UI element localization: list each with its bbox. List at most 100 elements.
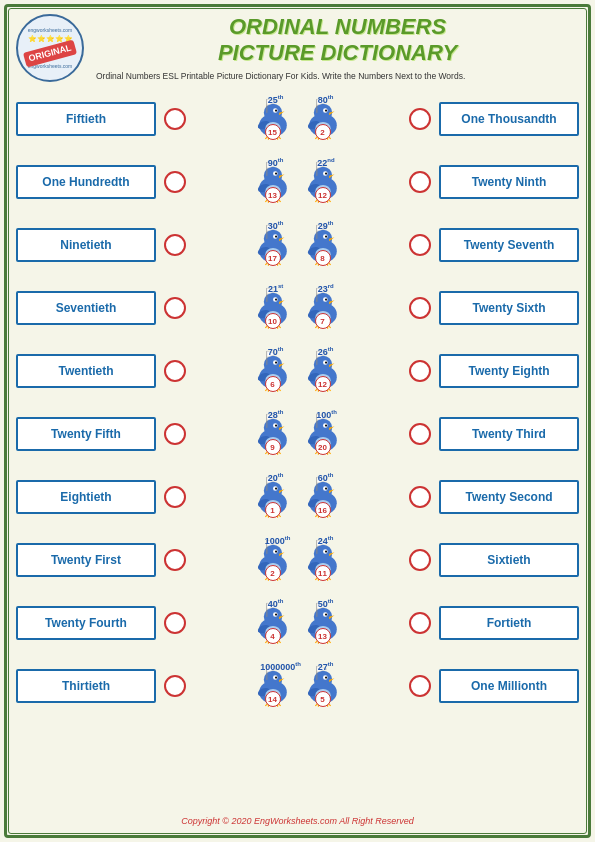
seq-left-7: 2 [265, 565, 281, 581]
left-circle-1[interactable] [164, 171, 186, 193]
right-section-8: Fortieth [394, 606, 579, 640]
right-section-9: One Millionth [394, 669, 579, 703]
right-circle-4[interactable] [409, 360, 431, 382]
page: engworksheets.com ⭐⭐⭐⭐⭐ ORIGINAL engwork… [0, 0, 595, 842]
row-4: Twentieth 70th [16, 340, 579, 402]
bird-right-3: 23rd 7 [300, 285, 346, 331]
row-7: Twenty First 1000th [16, 529, 579, 591]
main-title-line2: PICTURE DICTIONARY [96, 40, 579, 66]
right-word-box-0: One Thousandth [439, 102, 579, 136]
flag-text-right-6: 60th [318, 472, 334, 483]
flag-text-left-7: 1000th [265, 535, 291, 546]
left-circle-9[interactable] [164, 675, 186, 697]
bird-pair-2: 30th 17 29th [250, 222, 346, 268]
left-section-9: Thirtieth [16, 669, 201, 703]
svg-point-276 [274, 676, 276, 678]
bird-left-9: 1000000th 14 [250, 663, 296, 709]
flag-text-right-7: 24th [318, 535, 334, 546]
right-section-3: Twenty Sixth [394, 291, 579, 325]
right-section-5: Twenty Third [394, 417, 579, 451]
bird-pair-7: 1000th 2 24th [250, 537, 346, 583]
left-word-box-7: Twenty First [16, 543, 156, 577]
bird-pair-6: 20th 1 60th [250, 474, 346, 520]
right-circle-8[interactable] [409, 612, 431, 634]
seq-left-8: 4 [265, 628, 281, 644]
logo: engworksheets.com ⭐⭐⭐⭐⭐ ORIGINAL engwork… [16, 14, 86, 84]
left-section-4: Twentieth [16, 354, 201, 388]
svg-point-66 [274, 235, 276, 237]
left-section-5: Twenty Fifth [16, 417, 201, 451]
flag-text-right-4: 26th [318, 346, 334, 357]
bird-right-1: 22nd 12 [300, 159, 346, 205]
svg-point-126 [274, 361, 276, 363]
seq-left-9: 14 [265, 691, 281, 707]
left-word-box-5: Twenty Fifth [16, 417, 156, 451]
svg-point-261 [324, 613, 326, 615]
seq-right-6: 16 [315, 502, 331, 518]
bird-pair-0: 25th 15 80th [250, 96, 346, 142]
right-circle-6[interactable] [409, 486, 431, 508]
seq-right-5: 20 [315, 439, 331, 455]
svg-point-96 [274, 298, 276, 300]
flag-text-right-1: 22nd [317, 157, 334, 168]
flag-text-left-3: 21st [268, 283, 283, 294]
seq-right-1: 12 [315, 187, 331, 203]
bird-right-9: 27th 5 [300, 663, 346, 709]
row-3: Seventieth 21st [16, 277, 579, 339]
right-circle-2[interactable] [409, 234, 431, 256]
bird-left-1: 90th 13 [250, 159, 296, 205]
left-word-box-0: Fiftieth [16, 102, 156, 136]
bird-left-0: 25th 15 [250, 96, 296, 142]
right-circle-5[interactable] [409, 423, 431, 445]
svg-point-201 [324, 487, 326, 489]
flag-text-right-3: 23rd [318, 283, 334, 294]
right-circle-9[interactable] [409, 675, 431, 697]
main-title-line1: ORDINAL NUMBERS [96, 14, 579, 40]
center-section-2: 30th 17 29th [201, 222, 395, 268]
left-circle-8[interactable] [164, 612, 186, 634]
svg-point-171 [324, 424, 326, 426]
left-word-box-1: One Hundredth [16, 165, 156, 199]
flag-text-right-2: 29th [318, 220, 334, 231]
left-circle-4[interactable] [164, 360, 186, 382]
seq-right-8: 13 [315, 628, 331, 644]
right-circle-1[interactable] [409, 171, 431, 193]
seq-left-3: 10 [265, 313, 281, 329]
left-circle-7[interactable] [164, 549, 186, 571]
content-area: Fiftieth 25th [16, 88, 579, 717]
seq-right-7: 11 [315, 565, 331, 581]
seq-left-6: 1 [265, 502, 281, 518]
right-circle-7[interactable] [409, 549, 431, 571]
seq-left-5: 9 [265, 439, 281, 455]
bird-left-2: 30th 17 [250, 222, 296, 268]
seq-right-9: 5 [315, 691, 331, 707]
bird-pair-5: 28th 9 100th [250, 411, 346, 457]
right-word-box-8: Fortieth [439, 606, 579, 640]
right-word-box-2: Twenty Seventh [439, 228, 579, 262]
center-section-8: 40th 4 50th [201, 600, 395, 646]
svg-point-186 [274, 487, 276, 489]
right-circle-3[interactable] [409, 297, 431, 319]
seq-left-4: 6 [265, 376, 281, 392]
left-word-box-4: Twentieth [16, 354, 156, 388]
center-section-7: 1000th 2 24th [201, 537, 395, 583]
left-word-box-9: Thirtieth [16, 669, 156, 703]
flag-text-left-6: 20th [268, 472, 284, 483]
center-section-3: 21st 10 23rd [201, 285, 395, 331]
left-word-box-8: Twenty Fourth [16, 606, 156, 640]
right-section-7: Sixtieth [394, 543, 579, 577]
right-circle-0[interactable] [409, 108, 431, 130]
left-circle-3[interactable] [164, 297, 186, 319]
left-circle-0[interactable] [164, 108, 186, 130]
footer: Copyright © 2020 EngWorksheets.com All R… [0, 816, 595, 826]
left-circle-6[interactable] [164, 486, 186, 508]
right-section-2: Twenty Seventh [394, 228, 579, 262]
left-circle-2[interactable] [164, 234, 186, 256]
left-circle-5[interactable] [164, 423, 186, 445]
bird-left-3: 21st 10 [250, 285, 296, 331]
seq-left-0: 15 [265, 124, 281, 140]
row-0: Fiftieth 25th [16, 88, 579, 150]
flag-text-right-0: 80th [318, 94, 334, 105]
row-8: Twenty Fourth 40th [16, 592, 579, 654]
center-section-4: 70th 6 26th [201, 348, 395, 394]
